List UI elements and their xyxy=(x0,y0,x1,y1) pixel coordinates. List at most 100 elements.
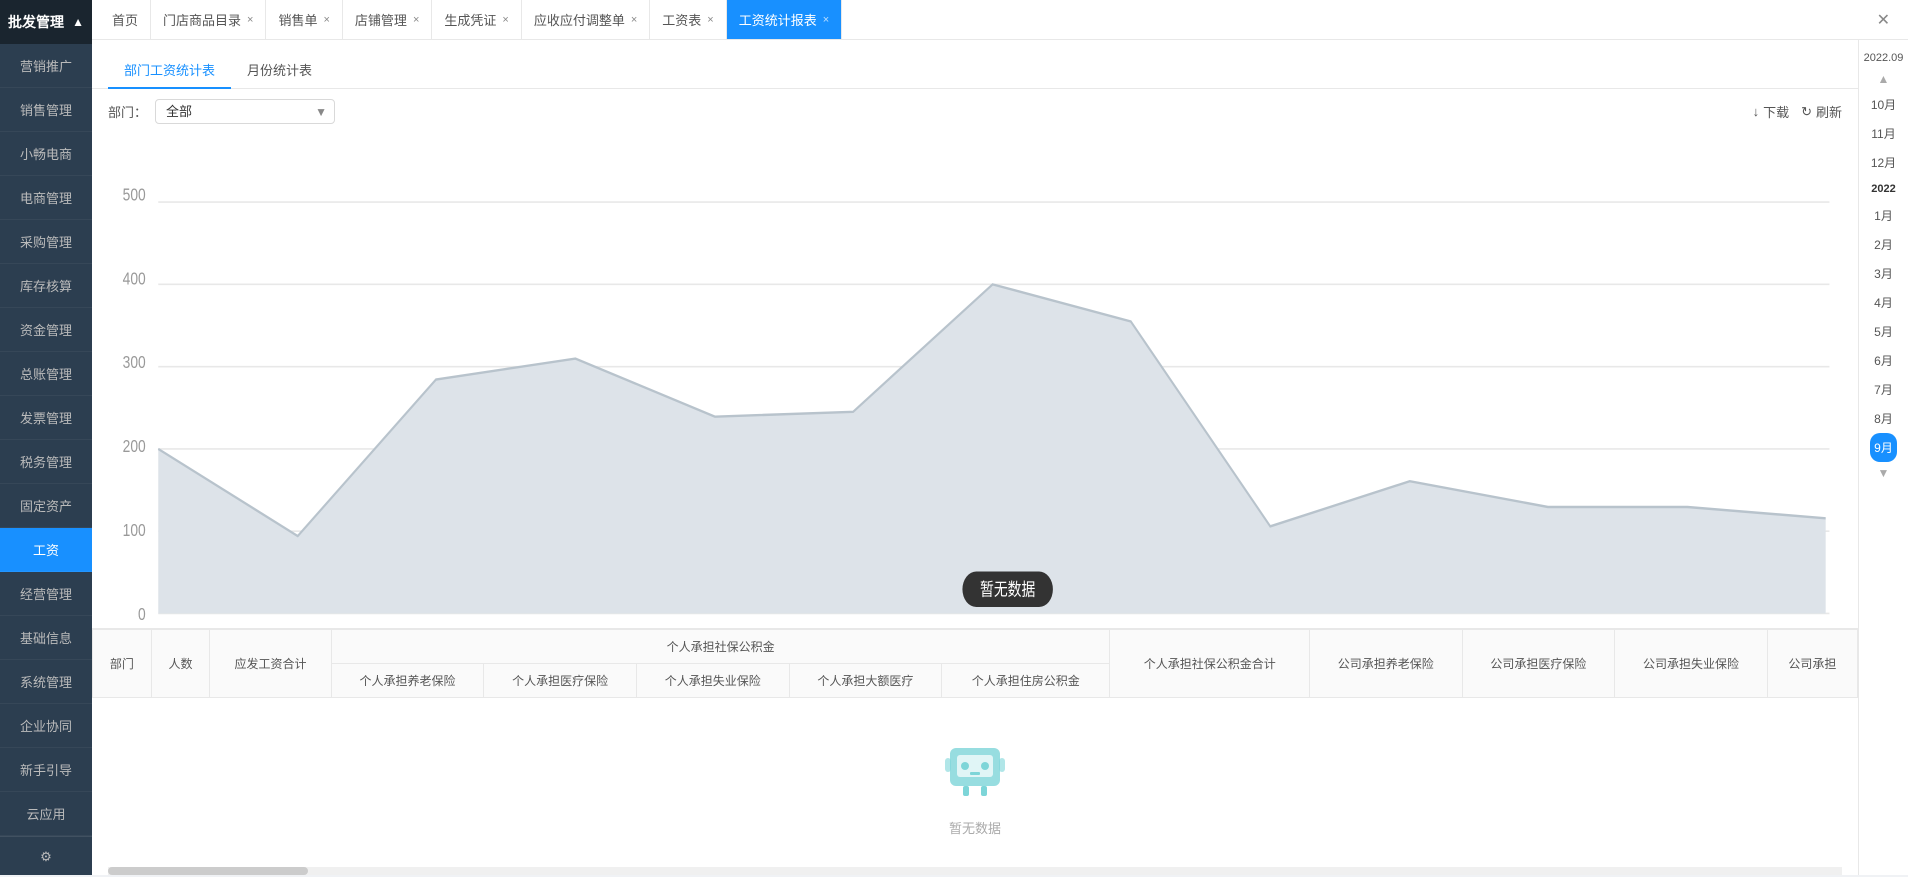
sub-tab-bumen[interactable]: 部门工资统计表 xyxy=(108,52,231,89)
main-area: 首页门店商品目录×销售单×店铺管理×生成凭证×应收应付调整单×工资表×工资统计报… xyxy=(92,0,1908,875)
refresh-button[interactable]: ↻ 刷新 xyxy=(1801,102,1842,121)
sidebar-item-jichuxinxi[interactable]: 基础信息 xyxy=(0,616,92,660)
sub-tab-yufen[interactable]: 月份统计表 xyxy=(231,52,328,89)
sidebar-item-kucunhesuan[interactable]: 库存核算 xyxy=(0,264,92,308)
tab-yingshouyingfutiaozheng[interactable]: 应收应付调整单 × xyxy=(522,0,650,40)
sidebar-item-jingying[interactable]: 经营管理 xyxy=(0,572,92,616)
tab-close-diangpuguanli[interactable]: × xyxy=(413,14,419,26)
dept-select[interactable]: 全部 xyxy=(155,99,335,124)
tab-diangpuguanli[interactable]: 店铺管理 × xyxy=(343,0,432,40)
col-gongsiyanglao: 公司承担养老保险 xyxy=(1310,630,1463,698)
download-button[interactable]: ↓ 下载 xyxy=(1753,102,1790,121)
tab-close-shengchengyouzheng[interactable]: × xyxy=(502,14,508,26)
col-gerenyanglao: 个人承担养老保险 xyxy=(331,664,484,698)
col-gongsiyiliao: 公司承担医疗保险 xyxy=(1462,630,1615,698)
tab-shengchengyouzheng[interactable]: 生成凭证 × xyxy=(432,0,521,40)
sidebar-header[interactable]: 批发管理 ▲ xyxy=(0,0,92,44)
tab-label-xiaoshoudan: 销售单 xyxy=(278,10,317,29)
empty-state: 暂无数据 xyxy=(92,698,1858,867)
svg-text:0: 0 xyxy=(138,605,146,624)
svg-text:暂无数据: 暂无数据 xyxy=(980,580,1035,600)
right-panel: 2022.09 ▲ 10月11月12月20221月2月3月4月5月6月7月8月9… xyxy=(1858,40,1908,875)
col-group-personal: 个人承担社保公积金 xyxy=(331,630,1110,664)
sidebar-item-xitongguanli[interactable]: 系统管理 xyxy=(0,660,92,704)
timeline-item-3[interactable]: 3月 xyxy=(1866,259,1901,288)
timeline-item-6[interactable]: 6月 xyxy=(1866,346,1901,375)
sidebar-collapse-icon[interactable]: ▲ xyxy=(72,15,84,29)
sidebar-item-dianshanggauli[interactable]: 电商管理 xyxy=(0,176,92,220)
timeline-item-2[interactable]: 2月 xyxy=(1866,230,1901,259)
sidebar-item-xinshouyindao[interactable]: 新手引导 xyxy=(0,748,92,792)
timeline-item-12[interactable]: 12月 xyxy=(1866,148,1901,177)
sidebar-item-gudingzichan[interactable]: 固定资产 xyxy=(0,484,92,528)
sidebar-item-yingxiao[interactable]: 营销推广 xyxy=(0,44,92,88)
timeline-item-9[interactable]: 9月 xyxy=(1870,433,1897,462)
sidebar-item-yunyingyong[interactable]: 云应用 xyxy=(0,792,92,836)
data-table: 部门 人数 应发工资合计 个人承担社保公积金 个人承担社保公积金合计 公司承担养… xyxy=(92,629,1858,698)
scrollbar-thumb[interactable] xyxy=(108,867,308,875)
tab-gongzitongjibiaobiao[interactable]: 工资统计报表× xyxy=(727,0,842,40)
sidebar-item-shuiwugauli[interactable]: 税务管理 xyxy=(0,440,92,484)
empty-icon xyxy=(935,728,1015,808)
svg-text:100: 100 xyxy=(123,522,146,541)
timeline-items: 10月11月12月20221月2月3月4月5月6月7月8月9月 xyxy=(1866,90,1901,462)
col-gerenyiliao: 个人承担医疗保险 xyxy=(484,664,637,698)
tab-close-xiaoshoudan[interactable]: × xyxy=(323,14,329,26)
download-icon: ↓ xyxy=(1753,104,1760,119)
timeline-year-label: 2022.09 xyxy=(1862,48,1906,68)
col-bumen: 部门 xyxy=(93,630,152,698)
sidebar-header-label: 批发管理 xyxy=(8,12,64,32)
timeline-item-5[interactable]: 5月 xyxy=(1866,317,1901,346)
table-scrollbar[interactable] xyxy=(108,867,1842,875)
tab-label-shengchengyouzheng: 生成凭证 xyxy=(444,10,496,29)
tab-menshangshangpin[interactable]: 门店商品目录× xyxy=(151,0,266,40)
svg-text:300: 300 xyxy=(123,354,146,373)
dept-select-wrapper: 全部 ▼ xyxy=(155,99,335,124)
tab-label-yingshouyingfutiaozheng: 应收应付调整单 xyxy=(534,10,625,29)
timeline-item-7[interactable]: 7月 xyxy=(1866,375,1901,404)
sidebar-item-qiyexietong[interactable]: 企业协同 xyxy=(0,704,92,748)
tab-close-gongzibiao[interactable]: × xyxy=(707,14,713,26)
toolbar-left: 部门： 全部 ▼ xyxy=(108,99,335,124)
timeline-item-8[interactable]: 8月 xyxy=(1866,404,1901,433)
timeline-up-arrow[interactable]: ▲ xyxy=(1874,68,1894,90)
empty-text: 暂无数据 xyxy=(949,818,1001,837)
tab-shouye[interactable]: 首页 xyxy=(100,0,151,40)
col-gongsi-more: 公司承担 xyxy=(1767,630,1857,698)
sidebar-items: 营销推广销售管理小畅电商电商管理采购管理库存核算资金管理总账管理发票管理税务管理… xyxy=(0,44,92,836)
tab-close-yingshouyingfutiaozheng[interactable]: × xyxy=(631,14,637,26)
tab-close-gongzitongjibiaobiao[interactable]: × xyxy=(823,14,829,26)
sidebar-item-zongzhanggauli[interactable]: 总账管理 xyxy=(0,352,92,396)
col-gerenshiye: 个人承担失业保险 xyxy=(636,664,789,698)
refresh-icon: ↻ xyxy=(1801,104,1812,120)
tabs-container: 首页门店商品目录×销售单×店铺管理×生成凭证×应收应付调整单×工资表×工资统计报… xyxy=(100,0,842,40)
table-wrapper: 部门 人数 应发工资合计 个人承担社保公积金 个人承担社保公积金合计 公司承担养… xyxy=(92,628,1858,875)
col-gongsishiye: 公司承担失业保险 xyxy=(1615,630,1768,698)
close-all-button[interactable]: ✕ xyxy=(1867,10,1900,30)
sidebar-item-xiaochangdianshang[interactable]: 小畅电商 xyxy=(0,132,92,176)
sidebar-item-gongzi[interactable]: 工资 xyxy=(0,528,92,572)
timeline-item-11[interactable]: 11月 xyxy=(1866,119,1901,148)
table-scroll[interactable]: 部门 人数 应发工资合计 个人承担社保公积金 个人承担社保公积金合计 公司承担养… xyxy=(92,629,1858,698)
sidebar-footer[interactable]: ⚙ xyxy=(0,836,92,877)
timeline-item-2022[interactable]: 2022 xyxy=(1866,177,1901,201)
sidebar-item-zijingauli[interactable]: 资金管理 xyxy=(0,308,92,352)
tab-xiaoshoudan[interactable]: 销售单 × xyxy=(266,0,342,40)
download-label: 下载 xyxy=(1763,102,1789,121)
sub-tabs: 部门工资统计表月份统计表 xyxy=(92,40,1858,89)
timeline-item-4[interactable]: 4月 xyxy=(1866,288,1901,317)
tab-label-diangpuguanli: 店铺管理 xyxy=(355,10,407,29)
timeline-item-10[interactable]: 10月 xyxy=(1866,90,1901,119)
chart-svg: 0 100 200 300 400 500 xyxy=(108,144,1842,628)
col-renshu: 人数 xyxy=(151,630,210,698)
content-area: 部门工资统计表月份统计表 部门： 全部 ▼ ↓ 下载 xyxy=(92,40,1908,875)
timeline-down-arrow[interactable]: ▼ xyxy=(1874,462,1894,484)
sidebar-item-xiaoshou[interactable]: 销售管理 xyxy=(0,88,92,132)
timeline-item-1[interactable]: 1月 xyxy=(1866,201,1901,230)
tab-label-shouye: 首页 xyxy=(112,10,138,29)
tab-gongzibiao[interactable]: 工资表× xyxy=(650,0,726,40)
sidebar-item-caigougauli[interactable]: 采购管理 xyxy=(0,220,92,264)
sidebar-item-fapiaogauli[interactable]: 发票管理 xyxy=(0,396,92,440)
svg-text:200: 200 xyxy=(123,438,146,457)
tab-close-menshangshangpin[interactable]: × xyxy=(247,14,253,26)
